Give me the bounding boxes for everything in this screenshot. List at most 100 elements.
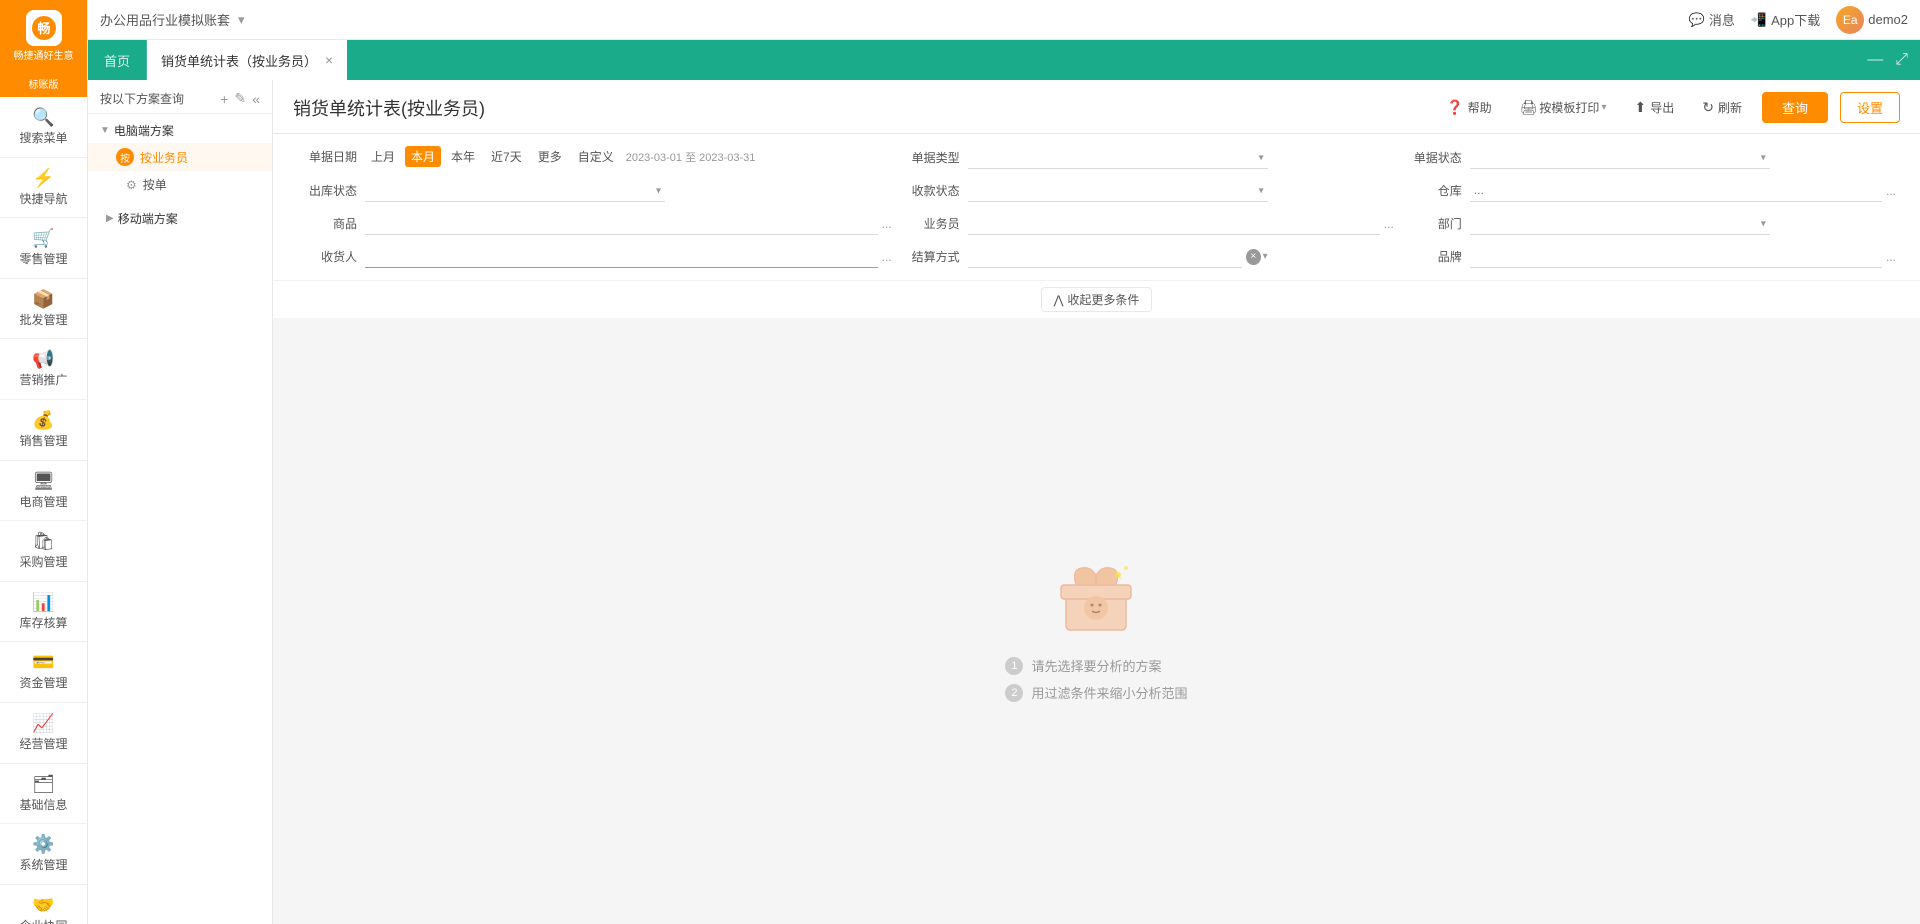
tab-minimize-btn[interactable]: — [1863, 47, 1887, 73]
sidebar-item-search[interactable]: 🔍 搜索菜单 [0, 97, 87, 158]
collapse-up-icon: ⋀ [1054, 293, 1064, 307]
outstatus-label: 出库状态 [293, 182, 365, 199]
edit-scheme-btn[interactable]: ✎ [234, 90, 246, 107]
tab-maximize-btn[interactable]: ⤢ [1891, 47, 1912, 73]
pc-group-arrow: ▼ [100, 125, 110, 136]
sidebar-item-quicknav[interactable]: ⚡ 快捷导航 [0, 158, 87, 219]
recvstatus-select[interactable] [968, 179, 1268, 202]
outstatus-select[interactable] [365, 179, 665, 202]
system-icon: ⚙️ [32, 834, 54, 855]
settlement-select[interactable] [968, 245, 1242, 268]
settlement-clear-btn[interactable]: × [1246, 249, 1261, 265]
doctype-select[interactable] [968, 146, 1268, 169]
settlement-input-wrap: × ▾ [968, 245, 1268, 268]
sidebar-item-purchase[interactable]: 🛍 采购管理 [0, 521, 87, 582]
filter-settlement-col: 结算方式 × ▾ [896, 245, 1398, 268]
date-buttons: 上月 本月 本年 近7天 更多 自定义 [365, 146, 620, 167]
filter-doctype-col: 单据类型 ▾ [896, 146, 1398, 169]
content-area: 按以下方案查询 + ✎ « ▼ 电脑端方案 按 按业务员 ⚙ 按 [88, 80, 1920, 924]
sidebar-item-wholesale[interactable]: 📦 批发管理 [0, 279, 87, 340]
page-header: 销货单统计表(按业务员) ❓ 帮助 🖨 按模板打印 ▾ ⬆ 导出 [273, 80, 1920, 134]
filter-date-col: 单据日期 上月 本月 本年 近7天 更多 自定义 2023-03-01 至 20… [293, 146, 896, 167]
operations-icon: 📈 [32, 713, 54, 734]
filter-salesperson-col: 业务员 ... [896, 212, 1398, 235]
sidebar-item-retail[interactable]: 🛒 零售管理 [0, 218, 87, 279]
sidebar-label-inventory: 库存核算 [19, 616, 67, 632]
settings-button[interactable]: 设置 [1840, 92, 1900, 123]
salesperson-input[interactable] [968, 212, 1380, 235]
print-icon: 🖨 [1520, 99, 1538, 116]
svg-text:畅: 畅 [37, 21, 50, 36]
active-scheme-dot: 按 [116, 148, 134, 166]
btn-this-month[interactable]: 本月 [405, 146, 441, 167]
sidebar-item-basic[interactable]: 🗂 基础信息 [0, 764, 87, 825]
department-select[interactable] [1470, 212, 1770, 235]
retail-icon: 🛒 [32, 228, 54, 249]
filter-warehouse-col: 仓库 ... [1398, 179, 1900, 202]
tree-item-by-order[interactable]: ⚙ 按单 [88, 171, 272, 198]
sidebar-label-sales: 销售管理 [19, 434, 67, 450]
help-icon: ❓ [1446, 99, 1463, 116]
tab-close-icon[interactable]: × [325, 53, 333, 67]
btn-recent7[interactable]: 近7天 [485, 146, 528, 167]
filter-area: 单据日期 上月 本月 本年 近7天 更多 自定义 2023-03-01 至 20… [273, 134, 1920, 280]
warehouse-ellipsis[interactable]: ... [1882, 180, 1900, 202]
filter-row-3: 商品 ... 业务员 ... 部门 ▾ [293, 212, 1900, 235]
right-panel: 销货单统计表(按业务员) ❓ 帮助 🖨 按模板打印 ▾ ⬆ 导出 [273, 80, 1920, 924]
pc-scheme-header[interactable]: ▼ 电脑端方案 [88, 118, 272, 143]
query-button[interactable]: 查询 [1762, 92, 1828, 123]
sidebar-item-finance[interactable]: 💳 资金管理 [0, 642, 87, 703]
btn-more[interactable]: 更多 [532, 146, 568, 167]
sidebar-item-ecommerce[interactable]: 🖥 电商管理 [0, 461, 87, 522]
goods-ellipsis[interactable]: ... [878, 213, 896, 235]
sidebar-label-enterprise: 企业协同 [19, 919, 67, 924]
help-btn[interactable]: ❓ 帮助 [1438, 95, 1499, 120]
recvperson-ellipsis[interactable]: ... [878, 246, 896, 268]
refresh-btn[interactable]: ↻ 刷新 [1694, 95, 1750, 120]
topbar-right: 💬 消息 📲 App下载 Ea demo2 [1689, 6, 1908, 34]
user-menu[interactable]: Ea demo2 [1836, 6, 1908, 34]
app-download-btn[interactable]: 📲 App下载 [1751, 10, 1820, 29]
salesperson-ellipsis[interactable]: ... [1380, 213, 1398, 235]
sidebar-item-inventory[interactable]: 📊 库存核算 [0, 582, 87, 643]
date-filter: 上月 本月 本年 近7天 更多 自定义 2023-03-01 至 2023-03… [365, 146, 896, 167]
empty-steps: 1 请先选择要分析的方案 2 用过滤条件来缩小分析范围 [1005, 656, 1187, 702]
filter-goods-col: 商品 ... [293, 212, 896, 235]
sidebar-item-system[interactable]: ⚙️ 系统管理 [0, 824, 87, 885]
recvperson-input[interactable] [365, 245, 878, 268]
btn-last-month[interactable]: 上月 [365, 146, 401, 167]
sidebar-item-marketing[interactable]: 📢 营销推广 [0, 339, 87, 400]
message-btn[interactable]: 💬 消息 [1689, 10, 1735, 29]
add-scheme-btn[interactable]: + [220, 91, 228, 107]
basic-icon: 🗂 [32, 774, 55, 795]
tabbar-actions: — ⤢ [1863, 47, 1920, 73]
tree-item-by-salesperson[interactable]: 按 按业务员 [88, 143, 272, 171]
inventory-icon: 📊 [32, 592, 54, 613]
brand-input[interactable] [1470, 245, 1882, 268]
tab-active[interactable]: 销货单统计表（按业务员） × [147, 40, 347, 80]
export-btn[interactable]: ⬆ 导出 [1626, 95, 1682, 120]
sidebar-label-ecommerce: 电商管理 [19, 495, 67, 511]
sidebar-item-sales[interactable]: 💰 销售管理 [0, 400, 87, 461]
btn-this-year[interactable]: 本年 [445, 146, 481, 167]
mobile-scheme-header[interactable]: ▶ 移动端方案 [88, 206, 272, 231]
collapse-panel-btn[interactable]: « [252, 91, 260, 107]
pc-scheme-group: ▼ 电脑端方案 按 按业务员 ⚙ 按单 [88, 114, 272, 202]
docstatus-select[interactable] [1470, 146, 1770, 169]
topbar-dropdown-icon[interactable]: ▾ [238, 12, 245, 28]
docstatus-input-wrap: ▾ [1470, 146, 1770, 169]
brand-ellipsis[interactable]: ... [1882, 246, 1900, 268]
tab-home[interactable]: 首页 [88, 40, 147, 80]
goods-label: 商品 [293, 215, 365, 232]
warehouse-input[interactable] [1470, 179, 1882, 202]
goods-input[interactable] [365, 212, 878, 235]
btn-custom[interactable]: 自定义 [572, 146, 620, 167]
print-btn[interactable]: 🖨 按模板打印 ▾ [1512, 95, 1615, 120]
sidebar-item-operations[interactable]: 📈 经营管理 [0, 703, 87, 764]
date-label: 单据日期 [293, 148, 365, 165]
collapse-btn[interactable]: ⋀ 收起更多条件 [1041, 287, 1153, 312]
sidebar-item-enterprise[interactable]: 🤝 企业协同 [0, 885, 87, 924]
filter-row-1: 单据日期 上月 本月 本年 近7天 更多 自定义 2023-03-01 至 20… [293, 146, 1900, 169]
page-header-actions: ❓ 帮助 🖨 按模板打印 ▾ ⬆ 导出 ↻ 刷新 [1438, 92, 1900, 133]
topbar-title: 办公用品行业模拟账套 [100, 10, 230, 29]
